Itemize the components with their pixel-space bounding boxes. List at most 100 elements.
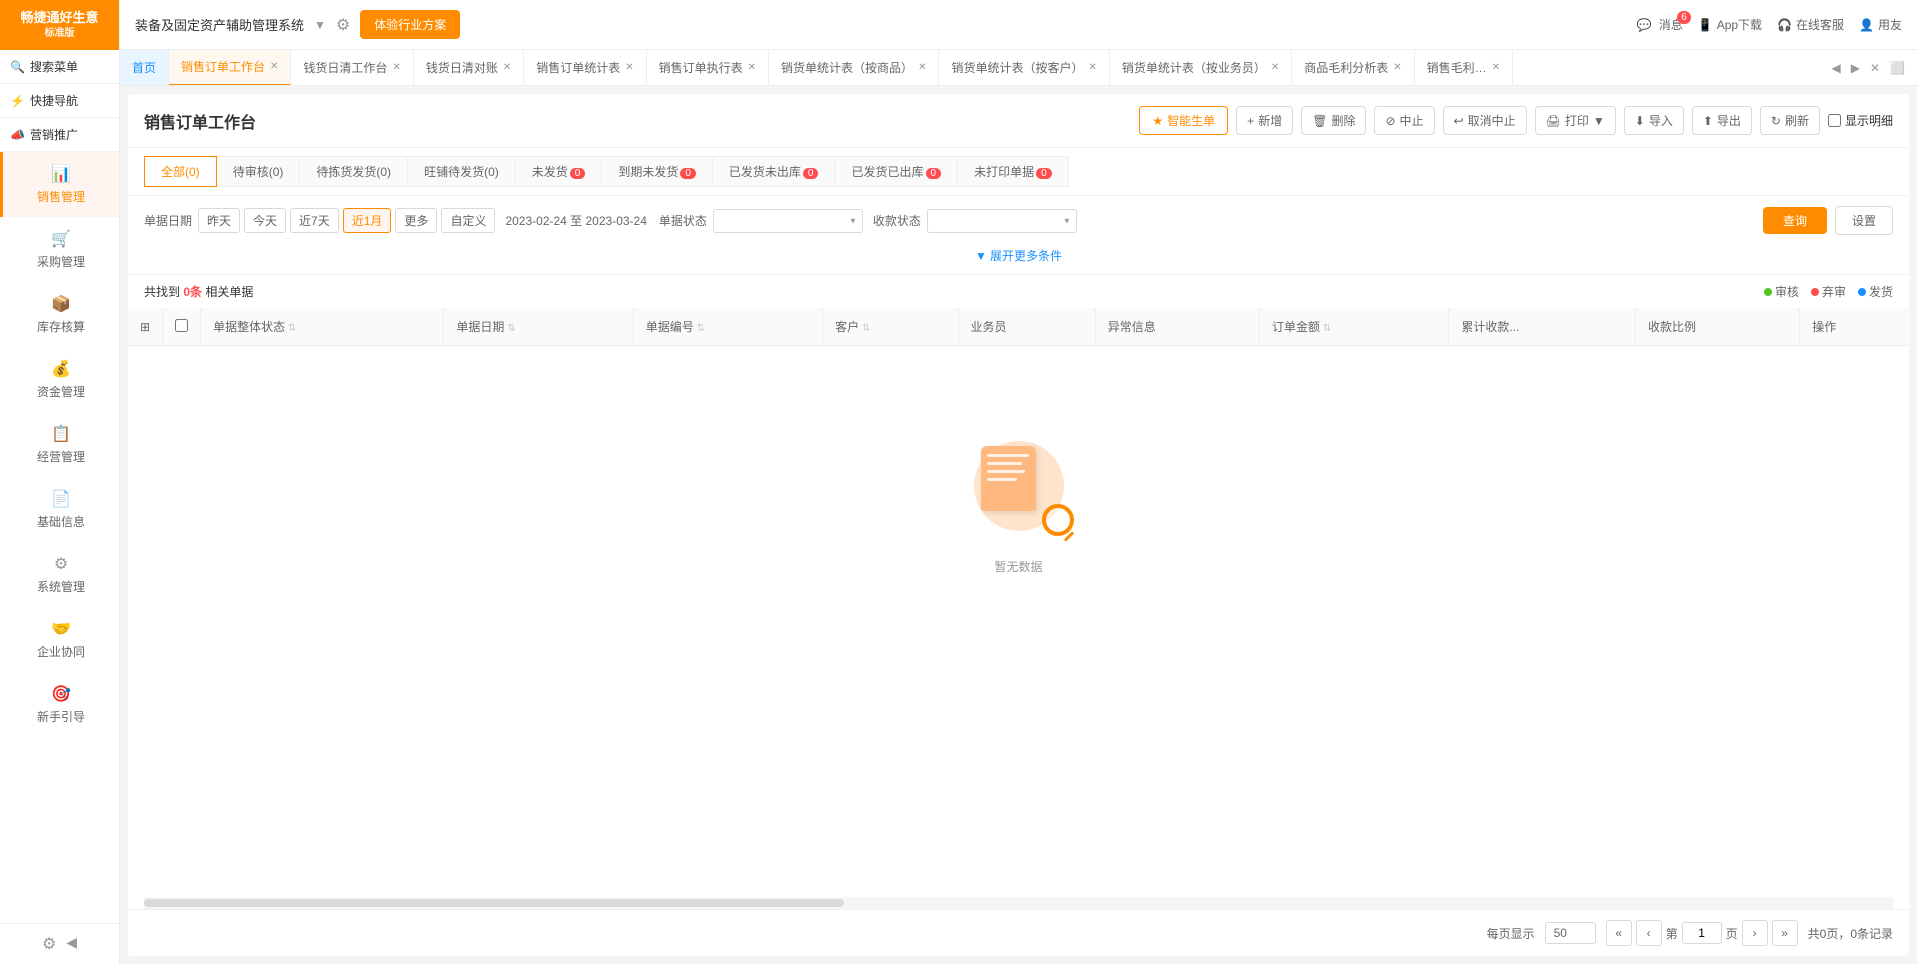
dropdown-arrow-icon[interactable]: ▼ <box>314 18 326 32</box>
col-exception[interactable]: 异常信息 <box>1095 308 1259 346</box>
date-shortcut-2[interactable]: 近7天 <box>290 208 339 233</box>
scrollbar-thumb[interactable] <box>144 899 844 907</box>
filter-tab-7[interactable]: 已发货已出库0 <box>834 156 958 187</box>
payment-select[interactable] <box>927 209 1077 233</box>
tab-6[interactable]: 销货单统计表（按商品）✕ <box>769 50 939 86</box>
show-detail-input[interactable] <box>1828 114 1841 127</box>
last-page-btn[interactable]: » <box>1772 920 1798 946</box>
sidebar-item-系统管理[interactable]: ⚙ 系统管理 <box>0 542 119 607</box>
first-page-btn[interactable]: « <box>1606 920 1632 946</box>
export-btn[interactable]: ⬆ 导出 <box>1692 106 1752 135</box>
sidebar-item-库存核算[interactable]: 📦 库存核算 <box>0 282 119 347</box>
date-shortcut-3[interactable]: 近1月 <box>343 208 392 233</box>
cancel-approve-action-btn[interactable]: 弃审 <box>1811 283 1846 300</box>
sidebar-label-4: 经营管理 <box>37 448 85 465</box>
user-menu-btn[interactable]: 👤 用友 <box>1859 16 1902 33</box>
col-salesperson[interactable]: 业务员 <box>958 308 1095 346</box>
tab-0[interactable]: 首页 <box>120 50 169 86</box>
sidebar-collapse-btn[interactable]: ◀ <box>66 934 77 954</box>
filter-tab-2[interactable]: 待拣货发货(0) <box>299 156 408 187</box>
status-select[interactable] <box>713 209 863 233</box>
tabs-close-all-btn[interactable]: ✕ <box>1866 59 1884 77</box>
tab-close-8[interactable]: ✕ <box>1271 62 1279 73</box>
filter-tab-5[interactable]: 到期未发货0 <box>601 156 713 187</box>
prev-page-btn[interactable]: ‹ <box>1636 920 1662 946</box>
tab-close-5[interactable]: ✕ <box>748 62 756 73</box>
add-btn[interactable]: + 新增 <box>1236 106 1293 135</box>
tabs-prev-btn[interactable]: ◀ <box>1828 59 1845 77</box>
refresh-btn[interactable]: ↻ 刷新 <box>1760 106 1820 135</box>
date-shortcut-1[interactable]: 今天 <box>244 208 286 233</box>
experience-btn[interactable]: 体验行业方案 <box>360 10 460 39</box>
print-btn[interactable]: 🖨 打印 ▼ <box>1535 106 1616 135</box>
tab-close-6[interactable]: ✕ <box>918 62 926 73</box>
tab-10[interactable]: 销售毛利…✕ <box>1415 50 1513 86</box>
page-input[interactable] <box>1682 922 1722 944</box>
tabs-maximize-btn[interactable]: ⬜ <box>1886 59 1909 77</box>
next-page-btn[interactable]: › <box>1742 920 1768 946</box>
date-shortcut-5[interactable]: 自定义 <box>441 208 495 233</box>
tab-9[interactable]: 商品毛利分析表✕ <box>1292 50 1414 86</box>
col-number[interactable]: 单据编号 <box>633 308 822 346</box>
messages-btn[interactable]: 💬 6 消息 <box>1636 16 1682 33</box>
tab-close-3[interactable]: ✕ <box>503 62 511 73</box>
filter-tab-4[interactable]: 未发货0 <box>515 156 603 187</box>
cancel-stop-btn[interactable]: ↩ 取消中止 <box>1443 106 1527 135</box>
tabs-next-btn[interactable]: ▶ <box>1847 59 1864 77</box>
col-amount[interactable]: 订单金额 <box>1259 308 1448 346</box>
tab-close-9[interactable]: ✕ <box>1393 62 1401 73</box>
tab-close-7[interactable]: ✕ <box>1088 62 1096 73</box>
stop-btn[interactable]: ⊘ 中止 <box>1374 106 1434 135</box>
tab-4[interactable]: 销售订单统计表✕ <box>524 50 646 86</box>
smart-create-btn[interactable]: ★ 智能生单 <box>1139 106 1228 135</box>
online-service-btn[interactable]: 🎧 在线客服 <box>1777 16 1844 33</box>
query-btn[interactable]: 查询 <box>1763 207 1827 234</box>
tab-5[interactable]: 销售订单执行表✕ <box>647 50 769 86</box>
tab-7[interactable]: 销货单统计表（按客户）✕ <box>939 50 1109 86</box>
sidebar-item-销售管理[interactable]: 📊 销售管理 <box>0 152 119 217</box>
filter-tab-1[interactable]: 待审核(0) <box>216 156 301 187</box>
tab-1[interactable]: 销售订单工作台✕ <box>169 50 291 86</box>
filter-tab-8[interactable]: 未打印单据0 <box>957 156 1069 187</box>
sidebar-item-经营管理[interactable]: 📋 经营管理 <box>0 412 119 477</box>
page-size-select[interactable]: 50 20 100 <box>1545 922 1596 944</box>
header-settings-icon[interactable]: ⚙ <box>336 15 350 35</box>
select-all-checkbox[interactable] <box>175 319 188 332</box>
filter-tab-0[interactable]: 全部(0) <box>144 156 217 187</box>
col-customer[interactable]: 客户 <box>823 308 958 346</box>
tab-2[interactable]: 钱货日清工作台✕ <box>291 50 413 86</box>
col-cumulative[interactable]: 累计收款... <box>1449 308 1636 346</box>
sidebar-item-资金管理[interactable]: 💰 资金管理 <box>0 347 119 412</box>
sidebar-item-新手引导[interactable]: 🎯 新手引导 <box>0 672 119 737</box>
sidebar-item-marketing[interactable]: 📣 营销推广 <box>0 118 119 152</box>
sidebar-item-采购管理[interactable]: 🛒 采购管理 <box>0 217 119 282</box>
show-detail-checkbox[interactable]: 显示明细 <box>1828 112 1893 129</box>
filter-tab-6[interactable]: 已发货未出库0 <box>712 156 836 187</box>
sidebar-item-基础信息[interactable]: 📄 基础信息 <box>0 477 119 542</box>
filter-tab-3[interactable]: 旺铺待发货(0) <box>407 156 516 187</box>
col-status[interactable]: 单据整体状态 <box>201 308 444 346</box>
sidebar-settings-btn[interactable]: ⚙ <box>42 934 56 954</box>
tab-3[interactable]: 钱货日清对账✕ <box>414 50 524 86</box>
sidebar-item-企业协同[interactable]: 🤝 企业协同 <box>0 607 119 672</box>
tab-close-1[interactable]: ✕ <box>270 61 278 72</box>
sidebar-item-search[interactable]: 🔍 搜索菜单 <box>0 50 119 84</box>
date-shortcut-4[interactable]: 更多 <box>395 208 437 233</box>
tab-8[interactable]: 销货单统计表（按业务员）✕ <box>1110 50 1292 86</box>
app-download-btn[interactable]: 📱 App下载 <box>1698 16 1762 33</box>
col-date[interactable]: 单据日期 <box>444 308 633 346</box>
delete-btn[interactable]: 🗑 删除 <box>1301 106 1366 135</box>
set-btn[interactable]: 设置 <box>1835 206 1893 235</box>
payment-select-wrapper <box>927 209 1077 233</box>
tab-close-4[interactable]: ✕ <box>625 62 633 73</box>
sidebar-item-quick-nav[interactable]: ⚡ 快捷导航 <box>0 84 119 118</box>
tab-close-10[interactable]: ✕ <box>1492 62 1500 73</box>
approve-action-btn[interactable]: 审核 <box>1764 283 1799 300</box>
import-btn[interactable]: ⬇ 导入 <box>1624 106 1684 135</box>
ship-action-btn[interactable]: 发货 <box>1858 283 1893 300</box>
horizontal-scrollbar[interactable] <box>144 897 1893 909</box>
tab-close-2[interactable]: ✕ <box>392 62 400 73</box>
date-shortcut-0[interactable]: 昨天 <box>198 208 240 233</box>
col-check[interactable] <box>163 308 201 346</box>
expand-conditions-btn[interactable]: ▼ 展开更多条件 <box>975 247 1062 264</box>
